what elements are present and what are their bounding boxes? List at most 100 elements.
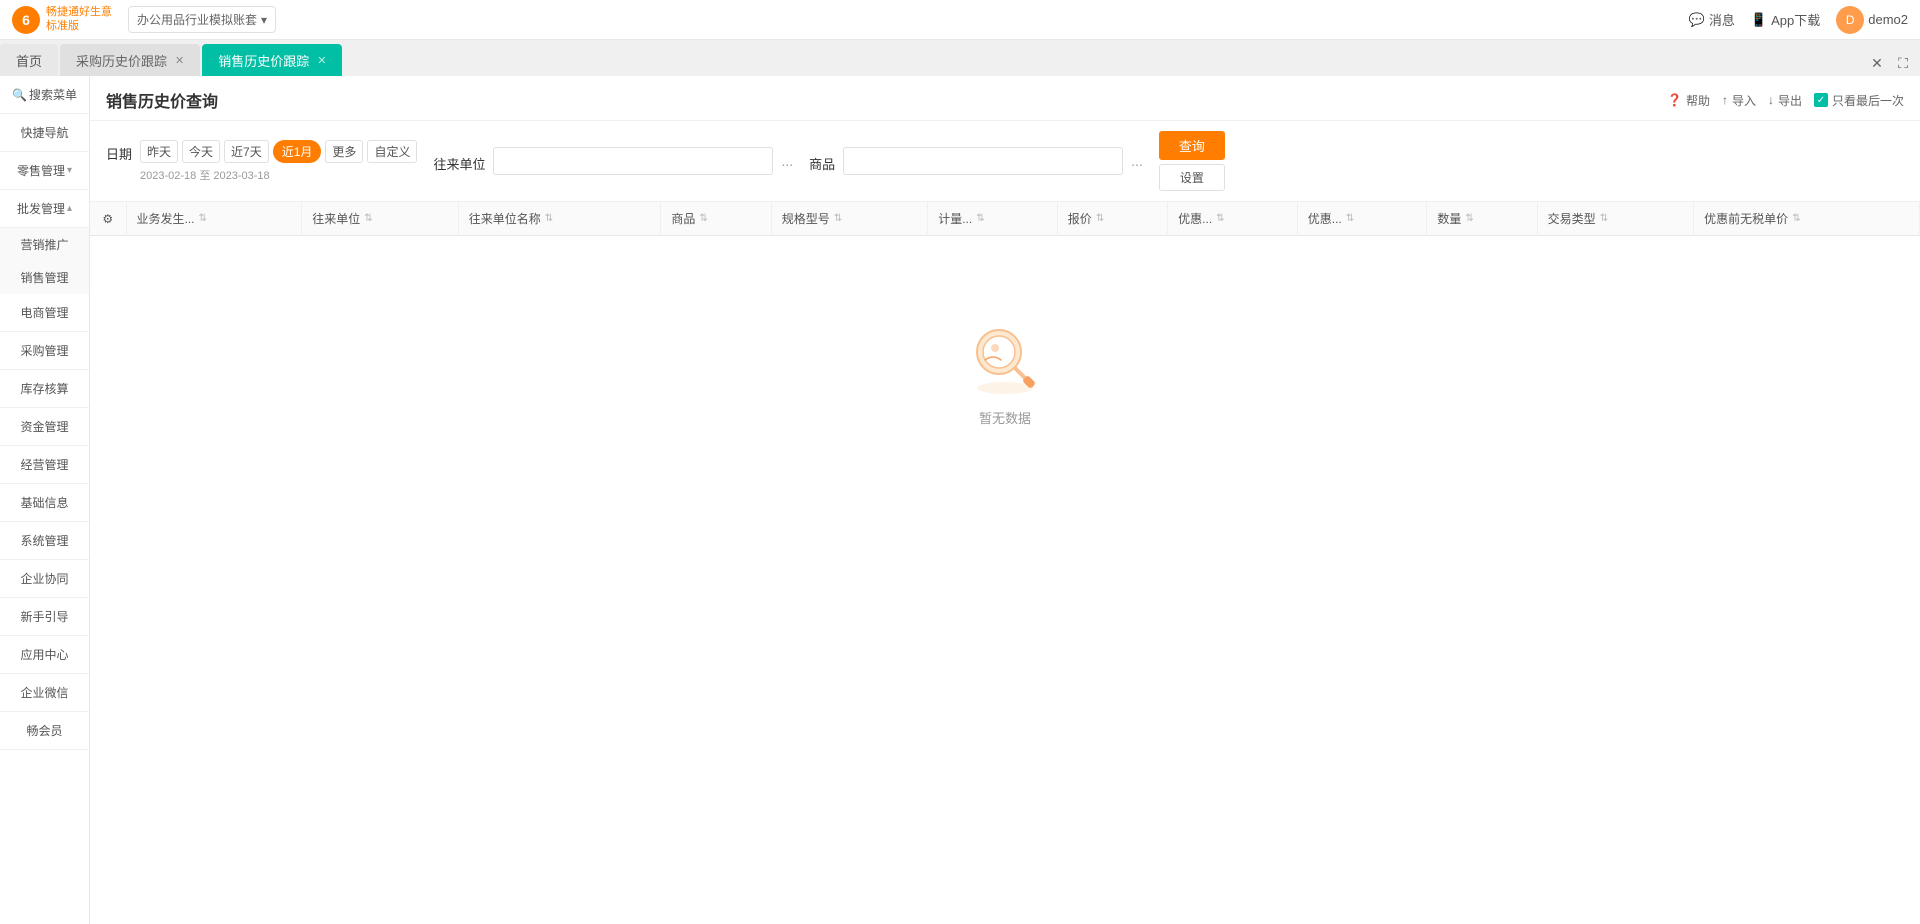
query-button[interactable]: 查询 (1159, 131, 1225, 160)
main-layout: 🔍 搜索菜单 快捷导航 零售管理 ▾ 批发管理 ▴ 营销推广 销售管理 电商管理… (0, 76, 1920, 924)
col-partner-name[interactable]: 往来单位名称 ⇅ (458, 202, 661, 236)
sidebar-item-wholesale[interactable]: 批发管理 ▴ (0, 190, 89, 228)
table-container: ⚙ 业务发生... ⇅ 往来单位 ⇅ (90, 202, 1920, 924)
partner-input[interactable] (493, 147, 773, 175)
product-input[interactable] (843, 147, 1123, 175)
empty-illustration (965, 316, 1045, 396)
only-last-checkbox[interactable]: ✓ (1814, 93, 1828, 107)
date-buttons: 昨天 今天 近7天 近1月 更多 自定义 (140, 140, 417, 163)
table-header: ⚙ 业务发生... ⇅ 往来单位 ⇅ (90, 202, 1920, 236)
sidebar-item-retail[interactable]: 零售管理 ▾ (0, 152, 89, 190)
product-ellipsis-button[interactable]: ... (1131, 153, 1143, 169)
sort-icon: ⇅ (1792, 213, 1800, 224)
col-discount2[interactable]: 优惠... ⇅ (1297, 202, 1427, 236)
date-7days[interactable]: 近7天 (224, 140, 269, 163)
workspace-selector[interactable]: 办公用品行业模拟账套 ▾ (128, 6, 276, 33)
sort-icon: ⇅ (199, 213, 207, 224)
col-quantity[interactable]: 数量 ⇅ (1427, 202, 1537, 236)
user-menu[interactable]: D demo2 (1836, 6, 1908, 34)
col-spec[interactable]: 规格型号 ⇅ (771, 202, 928, 236)
sidebar-item-inventory[interactable]: 库存核算 (0, 370, 89, 408)
close-tab-purchase[interactable]: ✕ (175, 54, 184, 67)
date-label: 日期 (106, 140, 132, 163)
sort-icon: ⇅ (1346, 213, 1354, 224)
sidebar-item-sales-mgmt[interactable]: 销售管理 (0, 261, 89, 294)
date-filter-group: 日期 昨天 今天 近7天 近1月 更多 自定义 2023-02-18 至 202… (106, 140, 417, 183)
date-range-display: 2023-02-18 至 2023-03-18 (140, 167, 417, 183)
sidebar-item-enterprise[interactable]: 企业协同 (0, 560, 89, 598)
col-quote[interactable]: 报价 ⇅ (1057, 202, 1167, 236)
tab-sales-history[interactable]: 销售历史价跟踪 ✕ (202, 44, 342, 76)
date-today[interactable]: 今天 (182, 140, 220, 163)
sidebar-item-app-center[interactable]: 应用中心 (0, 636, 89, 674)
tab-bar-right: ✕ ⛶ (1868, 54, 1920, 76)
app-icon: 📱 (1751, 12, 1767, 28)
help-icon: ❓ (1667, 93, 1682, 107)
sort-icon: ⇅ (1096, 213, 1104, 224)
date-custom[interactable]: 自定义 (367, 140, 417, 163)
sort-icon: ⇅ (1465, 213, 1473, 224)
data-table: ⚙ 业务发生... ⇅ 往来单位 ⇅ (90, 202, 1920, 236)
partner-label: 往来单位 (433, 150, 485, 173)
app-download-button[interactable]: 📱 App下载 (1751, 10, 1820, 29)
product-filter-group: 商品 ... (809, 147, 1143, 175)
content-area: 销售历史价查询 ❓ 帮助 ↑ 导入 ↓ 导出 ✓ 只看最后一次 (90, 76, 1920, 924)
product-label: 商品 (809, 150, 835, 173)
header-left: 6 畅捷通好生意 标准版 办公用品行业模拟账套 ▾ (12, 6, 276, 34)
partner-filter-group: 往来单位 ... (433, 147, 793, 175)
col-product[interactable]: 商品 ⇅ (661, 202, 771, 236)
date-1month[interactable]: 近1月 (273, 140, 322, 163)
sort-icon: ⇅ (699, 213, 707, 224)
import-button[interactable]: ↑ 导入 (1722, 92, 1756, 109)
sort-icon: ⇅ (834, 213, 842, 224)
date-more[interactable]: 更多 (325, 140, 363, 163)
sort-icon: ⇅ (545, 213, 553, 224)
chevron-up-icon: ▴ (67, 203, 72, 214)
sidebar-item-search[interactable]: 🔍 搜索菜单 (0, 76, 89, 114)
chevron-down-icon: ▾ (67, 165, 72, 176)
maximize-window-button[interactable]: ⛶ (1894, 54, 1912, 72)
logo-icon: 6 (12, 6, 40, 34)
message-button[interactable]: 💬 消息 (1689, 10, 1735, 29)
col-gear[interactable]: ⚙ (90, 202, 126, 236)
filter-bar: 日期 昨天 今天 近7天 近1月 更多 自定义 2023-02-18 至 202… (90, 121, 1920, 202)
tab-home[interactable]: 首页 (0, 44, 58, 76)
sidebar-item-newbie[interactable]: 新手引导 (0, 598, 89, 636)
gear-icon[interactable]: ⚙ (102, 212, 113, 226)
help-button[interactable]: ❓ 帮助 (1667, 92, 1710, 109)
tab-bar: 首页 采购历史价跟踪 ✕ 销售历史价跟踪 ✕ ✕ ⛶ (0, 40, 1920, 76)
sidebar-item-vip[interactable]: 畅会员 (0, 712, 89, 750)
col-discount1[interactable]: 优惠... ⇅ (1168, 202, 1298, 236)
date-yesterday[interactable]: 昨天 (140, 140, 178, 163)
sidebar-item-marketing[interactable]: 营销推广 (0, 228, 89, 261)
col-trade-type[interactable]: 交易类型 ⇅ (1537, 202, 1694, 236)
only-last-checkbox-group[interactable]: ✓ 只看最后一次 (1814, 92, 1904, 109)
export-button[interactable]: ↓ 导出 (1768, 92, 1802, 109)
empty-text: 暂无数据 (979, 408, 1031, 427)
col-partner-code[interactable]: 往来单位 ⇅ (302, 202, 459, 236)
sidebar-item-ecommerce[interactable]: 电商管理 (0, 294, 89, 332)
sort-icon: ⇅ (1600, 213, 1608, 224)
sidebar-item-corp-wechat[interactable]: 企业微信 (0, 674, 89, 712)
sort-icon: ⇅ (364, 213, 372, 224)
sidebar-item-operations[interactable]: 经营管理 (0, 446, 89, 484)
close-window-button[interactable]: ✕ (1868, 54, 1886, 72)
sidebar-item-basic-info[interactable]: 基础信息 (0, 484, 89, 522)
partner-ellipsis-button[interactable]: ... (781, 153, 793, 169)
sidebar-item-finance[interactable]: 资金管理 (0, 408, 89, 446)
col-pre-tax-price[interactable]: 优惠前无税单价 ⇅ (1694, 202, 1920, 236)
chevron-down-icon: ▾ (261, 13, 267, 27)
page-actions: ❓ 帮助 ↑ 导入 ↓ 导出 ✓ 只看最后一次 (1667, 92, 1904, 109)
sidebar-item-quick-nav[interactable]: 快捷导航 (0, 114, 89, 152)
page-title: 销售历史价查询 (106, 88, 218, 112)
sidebar-item-purchase[interactable]: 采购管理 (0, 332, 89, 370)
col-biz-date[interactable]: 业务发生... ⇅ (126, 202, 302, 236)
logo-text: 畅捷通好生意 标准版 (46, 6, 112, 32)
settings-button[interactable]: 设置 (1159, 164, 1225, 191)
col-unit[interactable]: 计量... ⇅ (928, 202, 1058, 236)
top-header: 6 畅捷通好生意 标准版 办公用品行业模拟账套 ▾ 💬 消息 📱 App下载 D… (0, 0, 1920, 40)
tab-purchase-history[interactable]: 采购历史价跟踪 ✕ (60, 44, 200, 76)
close-tab-sales[interactable]: ✕ (317, 54, 326, 67)
sidebar-item-system[interactable]: 系统管理 (0, 522, 89, 560)
search-icon: 🔍 (12, 88, 27, 102)
